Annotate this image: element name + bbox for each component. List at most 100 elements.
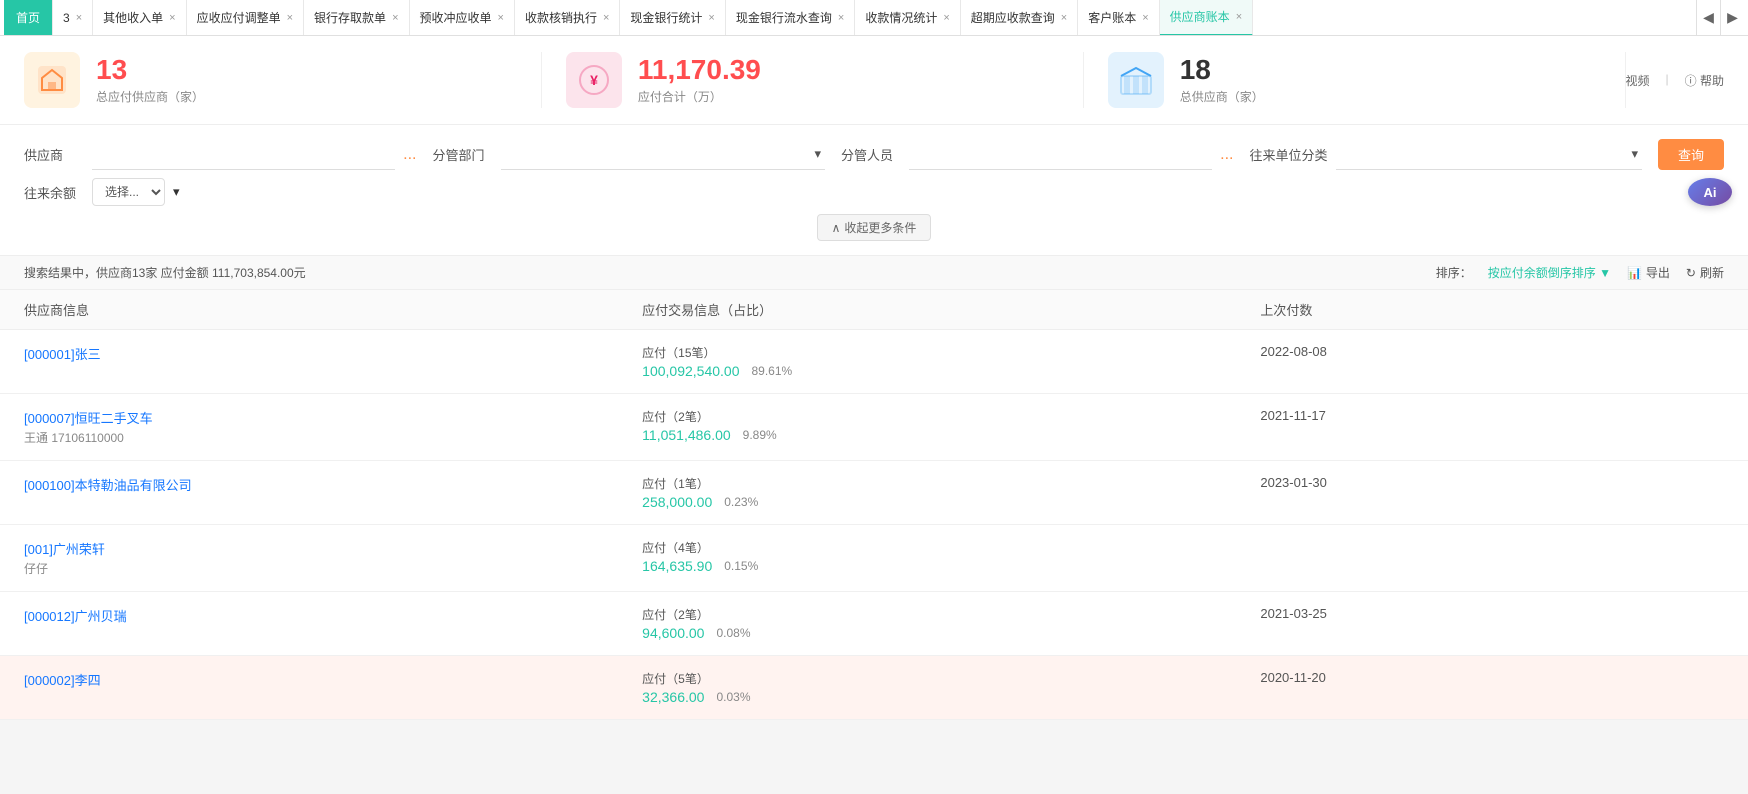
nav-tab-9[interactable]: 收款情况统计 × bbox=[855, 0, 960, 36]
trans-row-2: 258,000.00 0.23% bbox=[642, 494, 1260, 510]
tab-7-label: 现金银行统计 bbox=[630, 9, 702, 26]
supplier-link-0[interactable]: [000001]张三 bbox=[24, 344, 642, 363]
trans-amount-0[interactable]: 100,092,540.00 bbox=[642, 363, 739, 379]
stat-label-3: 总供应商（家） bbox=[1180, 88, 1264, 105]
tab-5-label: 预收冲应收单 bbox=[420, 9, 492, 26]
tab-12-label: 供应商账本 bbox=[1170, 8, 1230, 25]
trans-row-5: 32,366.00 0.03% bbox=[642, 689, 1260, 705]
filter-item-category: 往来单位分类 ▾ bbox=[1250, 140, 1643, 170]
collapse-button[interactable]: ∧ 收起更多条件 bbox=[817, 214, 932, 241]
stat-number-1: 13 bbox=[96, 56, 204, 84]
tab-5-close[interactable]: × bbox=[498, 12, 504, 24]
tab-11-label: 客户账本 bbox=[1088, 9, 1136, 26]
transaction-info-4: 应付（2笔） 94,600.00 0.08% bbox=[642, 606, 1260, 641]
trans-amount-2[interactable]: 258,000.00 bbox=[642, 494, 712, 510]
trans-amount-3[interactable]: 164,635.90 bbox=[642, 558, 712, 574]
filter-item-person: 分管人员 ... bbox=[841, 140, 1234, 170]
supplier-input[interactable] bbox=[92, 140, 395, 170]
trans-label-2: 应付（1笔） bbox=[642, 475, 1260, 492]
trans-amount-4[interactable]: 94,600.00 bbox=[642, 625, 704, 641]
trans-row-1: 11,051,486.00 9.89% bbox=[642, 427, 1260, 443]
trans-percent-0: 89.61% bbox=[752, 364, 793, 378]
search-button[interactable]: 查询 bbox=[1658, 139, 1724, 170]
tab-9-label: 收款情况统计 bbox=[865, 9, 937, 26]
trans-percent-4: 0.08% bbox=[716, 626, 750, 640]
col-header-lastpay: 上次付数 bbox=[1260, 300, 1724, 319]
nav-arrows: ◀ ▶ bbox=[1696, 0, 1744, 36]
transaction-info-5: 应付（5笔） 32,366.00 0.03% bbox=[642, 670, 1260, 705]
transaction-info-1: 应付（2笔） 11,051,486.00 9.89% bbox=[642, 408, 1260, 443]
tab-9-close[interactable]: × bbox=[943, 12, 949, 24]
last-pay-1: 2021-11-17 bbox=[1260, 408, 1724, 423]
result-info: 搜索结果中，供应商13家 应付金额 111,703,854.00元 bbox=[24, 264, 306, 281]
nav-tab-4[interactable]: 银行存取款单 × bbox=[304, 0, 409, 36]
payable-total-icon: ¥ bbox=[566, 52, 622, 108]
video-action[interactable]: 视频 bbox=[1626, 72, 1650, 89]
filter-item-balance: 往来余额 选择... ▾ bbox=[24, 178, 324, 206]
trans-label-4: 应付（2笔） bbox=[642, 606, 1260, 623]
filter-row-2: 往来余额 选择... ▾ bbox=[24, 178, 1724, 206]
export-button[interactable]: 📊 导出 bbox=[1627, 264, 1670, 281]
nav-tab-2[interactable]: 其他收入单 × bbox=[93, 0, 186, 36]
col-header-supplier: 供应商信息 bbox=[24, 300, 642, 319]
nav-tab-11[interactable]: 客户账本 × bbox=[1078, 0, 1159, 36]
collapse-label: 收起更多条件 bbox=[844, 219, 916, 236]
supplier-dots-icon[interactable]: ... bbox=[403, 146, 416, 164]
tab-8-label: 现金银行流水查询 bbox=[736, 9, 832, 26]
trans-amount-5[interactable]: 32,366.00 bbox=[642, 689, 704, 705]
tab-11-close[interactable]: × bbox=[1142, 12, 1148, 24]
dept-chevron-icon: ▾ bbox=[814, 146, 821, 162]
balance-select[interactable]: 选择... bbox=[92, 178, 165, 206]
ai-button[interactable]: Ai bbox=[1688, 178, 1732, 206]
trans-label-3: 应付（4笔） bbox=[642, 539, 1260, 556]
sort-value[interactable]: 按应付余额倒序排序 ▼ bbox=[1488, 264, 1611, 281]
tab-8-close[interactable]: × bbox=[838, 12, 844, 24]
nav-next-button[interactable]: ▶ bbox=[1720, 0, 1744, 36]
dept-select[interactable]: ▾ bbox=[501, 140, 826, 170]
nav-prev-button[interactable]: ◀ bbox=[1696, 0, 1720, 36]
category-select[interactable]: ▾ bbox=[1336, 140, 1642, 170]
nav-tab-6[interactable]: 收款核销执行 × bbox=[515, 0, 620, 36]
dept-label: 分管部门 bbox=[433, 145, 493, 164]
trans-percent-3: 0.15% bbox=[724, 559, 758, 573]
supplier-link-3[interactable]: [001]广州荣轩 bbox=[24, 539, 642, 558]
transaction-info-3: 应付（4笔） 164,635.90 0.15% bbox=[642, 539, 1260, 574]
tab-2-close[interactable]: × bbox=[169, 12, 175, 24]
person-dots-icon[interactable]: ... bbox=[1220, 146, 1233, 164]
tab-10-close[interactable]: × bbox=[1061, 12, 1067, 24]
tab-7-close[interactable]: × bbox=[708, 12, 714, 24]
tab-3-close[interactable]: × bbox=[287, 12, 293, 24]
stat-content-3: 18 总供应商（家） bbox=[1180, 56, 1264, 105]
trans-amount-1[interactable]: 11,051,486.00 bbox=[642, 427, 731, 443]
tab-6-close[interactable]: × bbox=[603, 12, 609, 24]
stat-item-total-suppliers: 18 总供应商（家） bbox=[1084, 52, 1626, 108]
supplier-info-5: [000002]李四 bbox=[24, 670, 642, 691]
supplier-link-4[interactable]: [000012]广州贝瑞 bbox=[24, 606, 642, 625]
tab-12-close[interactable]: × bbox=[1236, 11, 1242, 23]
nav-tab-7[interactable]: 现金银行统计 × bbox=[620, 0, 725, 36]
stat-number-2: 11,170.39 bbox=[638, 56, 761, 84]
supplier-link-5[interactable]: [000002]李四 bbox=[24, 670, 642, 689]
nav-tab-home[interactable]: 首页 bbox=[4, 0, 53, 36]
main-content: 13 总应付供应商（家） ¥ 11,170.39 应付合计（万） bbox=[0, 36, 1748, 794]
stat-right-actions: 视频 | ⓘ 帮助 bbox=[1626, 72, 1724, 89]
supplier-info-3: [001]广州荣轩 仔仔 bbox=[24, 539, 642, 577]
refresh-button[interactable]: ↻ 刷新 bbox=[1686, 264, 1724, 281]
result-bar: 搜索结果中，供应商13家 应付金额 111,703,854.00元 排序： 按应… bbox=[0, 256, 1748, 290]
nav-tab-1[interactable]: 3 × bbox=[53, 0, 93, 36]
nav-tab-8[interactable]: 现金银行流水查询 × bbox=[726, 0, 855, 36]
nav-tab-12[interactable]: 供应商账本 × bbox=[1160, 0, 1253, 36]
table-row: [000100]本特勒油品有限公司 应付（1笔） 258,000.00 0.23… bbox=[0, 461, 1748, 525]
home-label: 首页 bbox=[16, 9, 40, 26]
person-input[interactable] bbox=[909, 140, 1212, 170]
nav-tab-5[interactable]: 预收冲应收单 × bbox=[410, 0, 515, 36]
help-action[interactable]: ⓘ 帮助 bbox=[1685, 72, 1724, 89]
nav-tab-3[interactable]: 应收应付调整单 × bbox=[187, 0, 304, 36]
tab-1-close[interactable]: × bbox=[76, 12, 82, 24]
supplier-link-2[interactable]: [000100]本特勒油品有限公司 bbox=[24, 475, 642, 494]
supplier-contact-1: 王通 17106110000 bbox=[24, 429, 642, 446]
tab-4-close[interactable]: × bbox=[392, 12, 398, 24]
nav-tab-10[interactable]: 超期应收款查询 × bbox=[961, 0, 1078, 36]
supplier-link-1[interactable]: [000007]恒旺二手叉车 bbox=[24, 408, 642, 427]
filter-area: 供应商 ... 分管部门 ▾ 分管人员 ... 往来单位分类 bbox=[0, 125, 1748, 256]
